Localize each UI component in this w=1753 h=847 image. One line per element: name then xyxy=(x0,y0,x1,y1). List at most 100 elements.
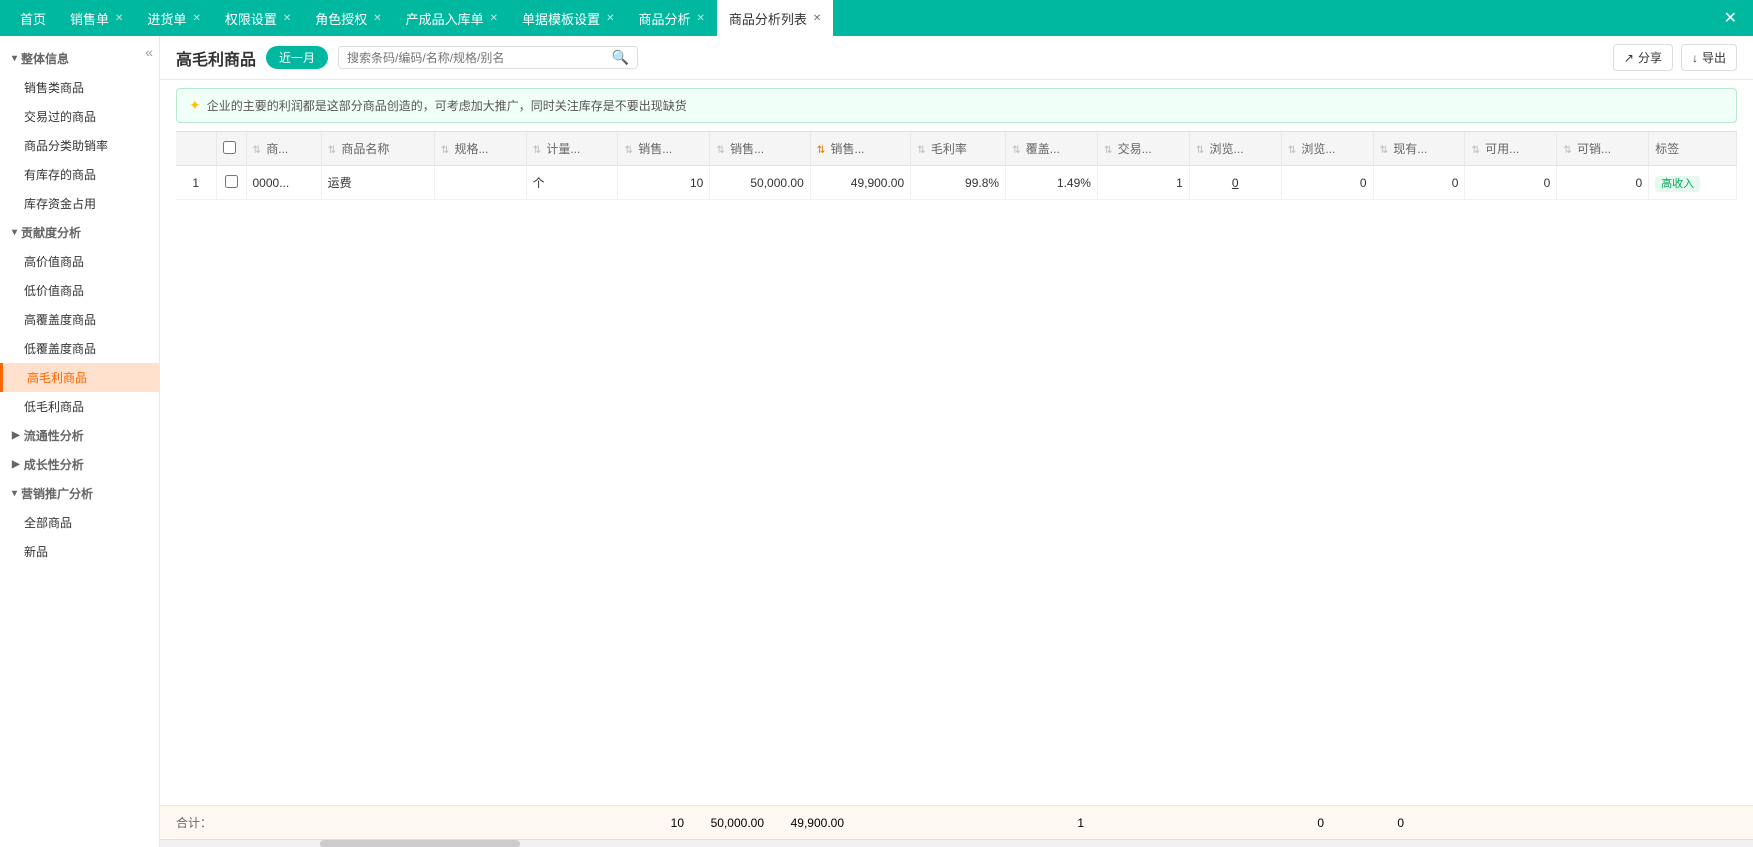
nav-home[interactable]: 首页 xyxy=(8,0,58,36)
col-browse1[interactable]: ⇅ 浏览... xyxy=(1189,132,1281,166)
col-spec[interactable]: ⇅ 规格... xyxy=(434,132,526,166)
sort-icon10: ⇅ xyxy=(1104,145,1112,156)
table-row: 1 0000... 运费 个 10 50,000.00 49,900.00 99… xyxy=(176,166,1737,200)
row-index: 1 xyxy=(176,166,216,200)
arrow-down-icon3: ▾ xyxy=(12,488,17,499)
sort-icon4: ⇅ xyxy=(533,145,541,156)
col-sales1[interactable]: ⇅ 销售... xyxy=(618,132,710,166)
close-permission-icon[interactable]: ✕ xyxy=(283,13,291,24)
info-icon: ✦ xyxy=(189,97,201,114)
col-index xyxy=(176,132,216,166)
row-sales2: 50,000.00 xyxy=(710,166,810,200)
sidebar-item-high-coverage[interactable]: 高覆盖度商品 xyxy=(0,305,159,334)
sidebar-item-high-value[interactable]: 高价值商品 xyxy=(0,247,159,276)
sort-icon14: ⇅ xyxy=(1471,145,1479,156)
footer-sales2: 50,000.00 xyxy=(690,816,770,830)
nav-product-analysis[interactable]: 商品分析 ✕ xyxy=(626,0,716,36)
row-current-stock: 0 xyxy=(1373,166,1465,200)
sidebar-item-low-coverage[interactable]: 低覆盖度商品 xyxy=(0,334,159,363)
nav-product-analysis-list[interactable]: 商品分析列表 ✕ xyxy=(717,0,833,36)
sidebar-item-sales-goods[interactable]: 销售类商品 xyxy=(0,73,159,102)
row-transaction: 1 xyxy=(1097,166,1189,200)
horizontal-scrollbar[interactable] xyxy=(160,839,1753,847)
nav-template-settings[interactable]: 单据模板设置 ✕ xyxy=(510,0,626,36)
close-template-icon[interactable]: ✕ xyxy=(606,13,614,24)
footer-available: 0 xyxy=(1330,816,1410,830)
col-transaction[interactable]: ⇅ 交易... xyxy=(1097,132,1189,166)
close-role-icon[interactable]: ✕ xyxy=(373,13,381,24)
sort-icon7: ⇅ xyxy=(817,145,825,156)
data-table: ⇅ 商... ⇅ 商品名称 ⇅ 规格... ⇅ xyxy=(176,131,1737,200)
share-button[interactable]: ↗ 分享 xyxy=(1613,44,1673,71)
sort-icon: ⇅ xyxy=(253,145,261,156)
sort-icon12: ⇅ xyxy=(1288,145,1296,156)
sidebar-item-high-margin[interactable]: 高毛利商品 xyxy=(0,363,159,392)
sidebar-item-traded-goods[interactable]: 交易过的商品 xyxy=(0,102,159,131)
col-unit[interactable]: ⇅ 计量... xyxy=(526,132,618,166)
sort-icon2: ⇅ xyxy=(328,145,336,156)
col-name[interactable]: ⇅ 商品名称 xyxy=(321,132,434,166)
close-analysis-list-icon[interactable]: ✕ xyxy=(813,13,821,24)
sidebar-item-category-rate[interactable]: 商品分类助销率 xyxy=(0,131,159,160)
col-sales3[interactable]: ⇅ 销售... xyxy=(810,132,910,166)
col-sellable[interactable]: ⇅ 可销... xyxy=(1557,132,1649,166)
row-sales3: 49,900.00 xyxy=(810,166,910,200)
arrow-down-icon: ▾ xyxy=(12,53,17,64)
col-gross-rate[interactable]: ⇅ 毛利率 xyxy=(911,132,1006,166)
sidebar-group-liquidity[interactable]: ▶ 流通性分析 xyxy=(0,421,159,450)
footer-totals: 合计： 10 50,000.00 49,900.00 1 0 0 xyxy=(160,805,1753,839)
content-area: 高毛利商品 近一月 🔍 ↗ 分享 ↓ 导出 ✦ 企业的主要的利润都是这部分商品创… xyxy=(160,36,1753,847)
col-current-stock[interactable]: ⇅ 现有... xyxy=(1373,132,1465,166)
select-all-checkbox[interactable] xyxy=(223,141,236,154)
row-checkbox[interactable] xyxy=(216,166,246,200)
sidebar-item-all-goods[interactable]: 全部商品 xyxy=(0,508,159,537)
footer-label: 合计： xyxy=(176,814,220,831)
scrollbar-thumb[interactable] xyxy=(320,840,520,847)
col-code[interactable]: ⇅ 商... xyxy=(246,132,321,166)
row-browse2: 0 xyxy=(1281,166,1373,200)
footer-current-stock: 0 xyxy=(1250,816,1330,830)
sidebar-item-stock-capital[interactable]: 库存资金占用 xyxy=(0,189,159,218)
col-coverage[interactable]: ⇅ 覆盖... xyxy=(1006,132,1098,166)
filter-recent-month-button[interactable]: 近一月 xyxy=(266,46,328,69)
search-input[interactable] xyxy=(347,51,608,65)
close-purchase-order-icon[interactable]: ✕ xyxy=(192,13,200,24)
sidebar-item-in-stock[interactable]: 有库存的商品 xyxy=(0,160,159,189)
col-sales2[interactable]: ⇅ 销售... xyxy=(710,132,810,166)
sidebar-item-new-goods[interactable]: 新品 xyxy=(0,537,159,566)
info-banner: ✦ 企业的主要的利润都是这部分商品创造的，可考虑加大推广，同时关注库存是不要出现… xyxy=(176,88,1737,123)
sidebar-group-overall[interactable]: ▾ 整体信息 xyxy=(0,44,159,73)
sidebar-group-contribution[interactable]: ▾ 贡献度分析 xyxy=(0,218,159,247)
nav-sales-order[interactable]: 销售单 ✕ xyxy=(58,0,135,36)
export-button[interactable]: ↓ 导出 xyxy=(1681,44,1737,71)
export-icon: ↓ xyxy=(1692,51,1698,65)
nav-purchase-order[interactable]: 进货单 ✕ xyxy=(135,0,212,36)
nav-product-entry[interactable]: 产成品入库单 ✕ xyxy=(394,0,510,36)
share-icon: ↗ xyxy=(1624,51,1634,65)
col-checkbox[interactable] xyxy=(216,132,246,166)
sidebar-item-low-value[interactable]: 低价值商品 xyxy=(0,276,159,305)
col-available[interactable]: ⇅ 可用... xyxy=(1465,132,1557,166)
sidebar-group-growth[interactable]: ▶ 成长性分析 xyxy=(0,450,159,479)
sort-icon3: ⇅ xyxy=(441,145,449,156)
close-product-analysis-icon[interactable]: ✕ xyxy=(696,13,704,24)
search-box: 🔍 xyxy=(338,46,638,69)
row-browse1[interactable]: 0 xyxy=(1189,166,1281,200)
close-sales-order-icon[interactable]: ✕ xyxy=(115,13,123,24)
nav-permission-settings[interactable]: 权限设置 ✕ xyxy=(213,0,303,36)
sort-icon9: ⇅ xyxy=(1012,145,1020,156)
table-header-row: ⇅ 商... ⇅ 商品名称 ⇅ 规格... ⇅ xyxy=(176,132,1737,166)
sidebar-collapse-button[interactable]: « xyxy=(145,44,153,60)
nav-role-auth[interactable]: 角色授权 ✕ xyxy=(303,0,393,36)
close-product-entry-icon[interactable]: ✕ xyxy=(490,13,498,24)
nav-global-close[interactable]: ✕ xyxy=(1716,8,1745,28)
row-available: 0 xyxy=(1465,166,1557,200)
search-icon[interactable]: 🔍 xyxy=(612,49,629,66)
row-sales1: 10 xyxy=(618,166,710,200)
top-nav: 首页 销售单 ✕ 进货单 ✕ 权限设置 ✕ 角色授权 ✕ 产成品入库单 ✕ 单据… xyxy=(0,0,1753,36)
row-code: 0000... xyxy=(246,166,321,200)
col-browse2[interactable]: ⇅ 浏览... xyxy=(1281,132,1373,166)
sidebar-group-marketing[interactable]: ▾ 营销推广分析 xyxy=(0,479,159,508)
sidebar-item-low-margin[interactable]: 低毛利商品 xyxy=(0,392,159,421)
row-sellable: 0 xyxy=(1557,166,1649,200)
